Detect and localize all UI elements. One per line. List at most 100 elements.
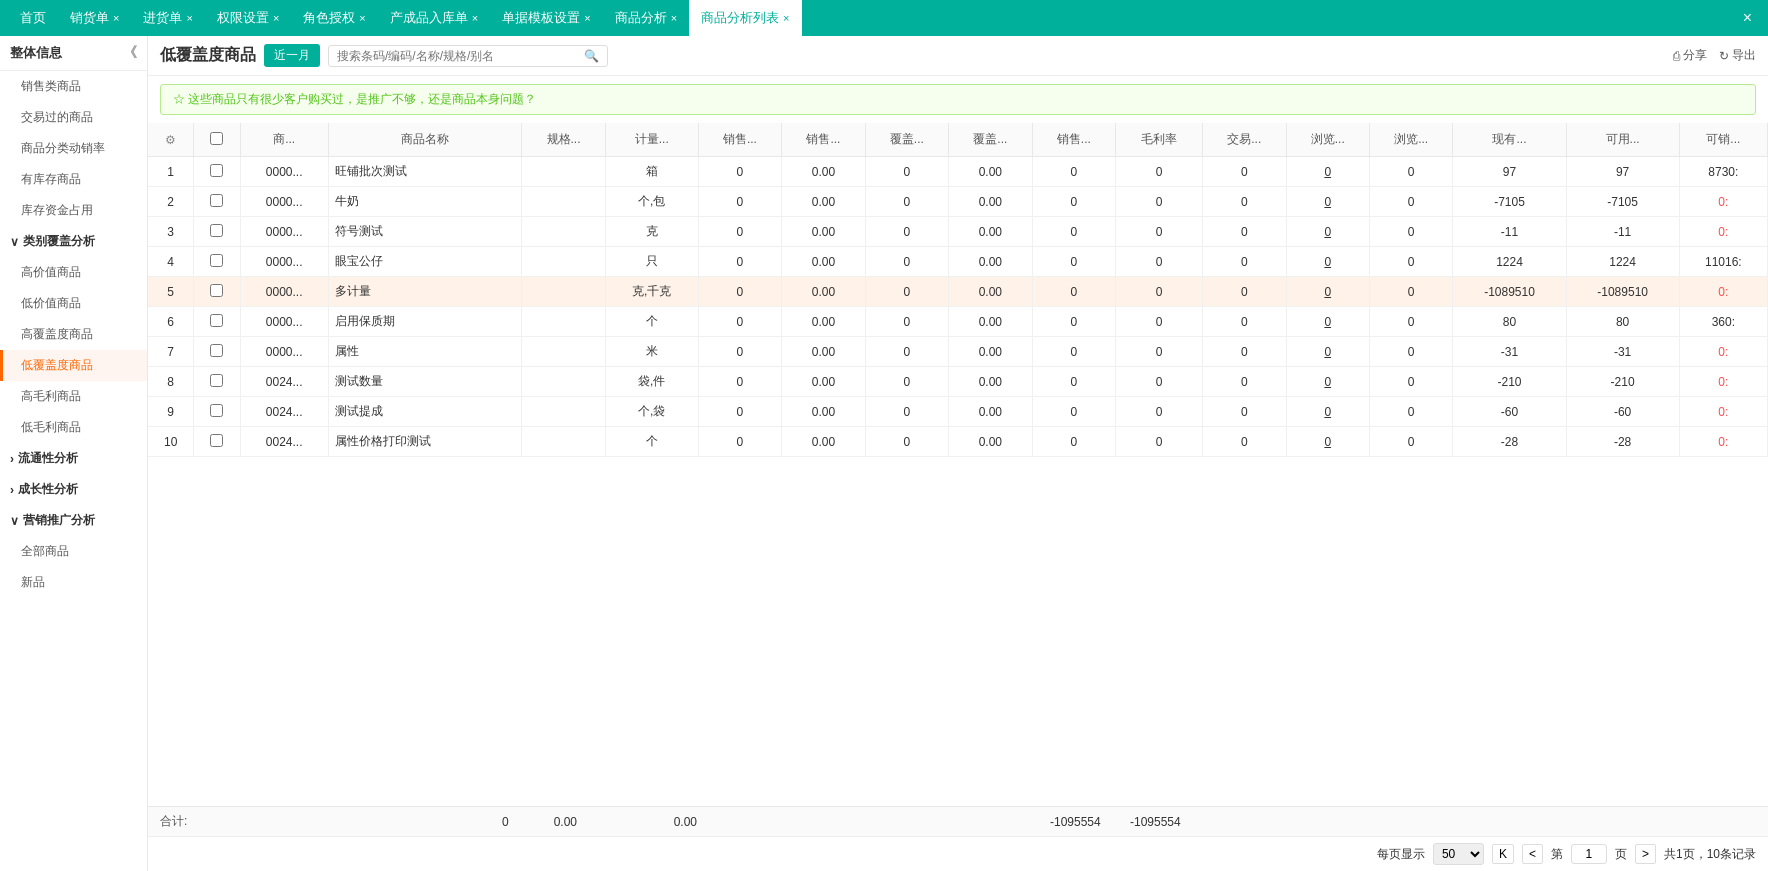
col-unit[interactable]: 计量... (605, 123, 698, 157)
cell-browse1[interactable]: 0 (1286, 337, 1369, 367)
filter-period-button[interactable]: 近一月 (264, 44, 320, 67)
cell-checkbox[interactable] (194, 397, 240, 427)
cell-checkbox[interactable] (194, 307, 240, 337)
nav-product-analysis-list-close[interactable]: × (783, 12, 789, 24)
col-gross-rate[interactable]: 毛利率 (1116, 123, 1203, 157)
row-checkbox[interactable] (210, 164, 223, 177)
sidebar-group-growth[interactable]: › 成长性分析 (0, 474, 147, 505)
cell-sales-amount: 0.00 (782, 187, 865, 217)
nav-role-auth-close[interactable]: × (359, 12, 365, 24)
nav-sales-order-close[interactable]: × (113, 12, 119, 24)
next-page-button[interactable]: > (1635, 844, 1656, 864)
col-current[interactable]: 现有... (1453, 123, 1566, 157)
sidebar-item-high-value[interactable]: 高价值商品 (0, 257, 147, 288)
sidebar-item-category-sales-rate[interactable]: 商品分类动销率 (0, 133, 147, 164)
col-sellable[interactable]: 可销... (1679, 123, 1767, 157)
cell-checkbox[interactable] (194, 337, 240, 367)
sidebar-group-marketing[interactable]: ∨ 营销推广分析 (0, 505, 147, 536)
gear-icon[interactable]: ⚙ (165, 133, 176, 147)
close-all-button[interactable]: × (1735, 9, 1760, 27)
nav-product-warehousing[interactable]: 产成品入库单 × (378, 0, 490, 36)
cell-sellable: 0: (1679, 337, 1767, 367)
sidebar-item-new-products[interactable]: 新品 (0, 567, 147, 598)
select-all-checkbox[interactable] (210, 132, 223, 145)
search-icon[interactable]: 🔍 (584, 49, 599, 63)
col-available[interactable]: 可用... (1566, 123, 1679, 157)
cell-sales-amount: 0.00 (782, 157, 865, 187)
cell-checkbox[interactable] (194, 217, 240, 247)
sidebar-group-category-coverage[interactable]: ∨ 类别覆盖分析 (0, 226, 147, 257)
col-coverage1[interactable]: 覆盖... (865, 123, 948, 157)
cell-checkbox[interactable] (194, 277, 240, 307)
sidebar-item-all-products[interactable]: 全部商品 (0, 536, 147, 567)
first-page-button[interactable]: K (1492, 844, 1514, 864)
row-checkbox[interactable] (210, 404, 223, 417)
cell-browse1[interactable]: 0 (1286, 157, 1369, 187)
sidebar-collapse-button[interactable]: 《 (123, 44, 137, 62)
page-number-input[interactable] (1571, 844, 1607, 864)
nav-sales-order[interactable]: 销货单 × (58, 0, 131, 36)
col-spec[interactable]: 规格... (522, 123, 605, 157)
cell-checkbox[interactable] (194, 427, 240, 457)
export-button[interactable]: ↻ 导出 (1719, 47, 1756, 64)
sidebar-item-high-coverage[interactable]: 高覆盖度商品 (0, 319, 147, 350)
col-coverage2[interactable]: 覆盖... (949, 123, 1032, 157)
sidebar-item-sales-products[interactable]: 销售类商品 (0, 71, 147, 102)
nav-product-analysis-close[interactable]: × (671, 12, 677, 24)
nav-role-auth[interactable]: 角色授权 × (291, 0, 377, 36)
sidebar-item-low-margin[interactable]: 低毛利商品 (0, 412, 147, 443)
cell-browse1[interactable]: 0 (1286, 277, 1369, 307)
prev-page-button[interactable]: < (1522, 844, 1543, 864)
row-checkbox[interactable] (210, 344, 223, 357)
cell-browse1[interactable]: 0 (1286, 367, 1369, 397)
per-page-select[interactable]: 50 100 200 (1433, 843, 1484, 865)
sidebar-item-high-margin[interactable]: 高毛利商品 (0, 381, 147, 412)
row-checkbox[interactable] (210, 314, 223, 327)
row-checkbox[interactable] (210, 374, 223, 387)
cell-browse1[interactable]: 0 (1286, 247, 1369, 277)
nav-template-settings-close[interactable]: × (584, 12, 590, 24)
col-name[interactable]: 商品名称 (328, 123, 522, 157)
cell-sales-qty: 0 (698, 157, 781, 187)
cell-browse1[interactable]: 0 (1286, 187, 1369, 217)
nav-purchase-order[interactable]: 进货单 × (131, 0, 204, 36)
sidebar-item-stocked-products[interactable]: 有库存商品 (0, 164, 147, 195)
col-browse2[interactable]: 浏览... (1369, 123, 1452, 157)
row-checkbox[interactable] (210, 224, 223, 237)
row-checkbox[interactable] (210, 284, 223, 297)
col-transaction[interactable]: 交易... (1203, 123, 1286, 157)
row-checkbox[interactable] (210, 254, 223, 267)
table-wrapper[interactable]: ⚙ 商... 商品名称 规格... 计量... 销售... 销售... 覆盖..… (148, 123, 1768, 806)
search-input[interactable] (337, 49, 580, 63)
col-sales-amount[interactable]: 销售... (782, 123, 865, 157)
nav-product-warehousing-close[interactable]: × (472, 12, 478, 24)
share-button[interactable]: ⎙ 分享 (1673, 47, 1707, 64)
col-browse1[interactable]: 浏览... (1286, 123, 1369, 157)
nav-template-settings[interactable]: 单据模板设置 × (490, 0, 602, 36)
sidebar-group-liquidity[interactable]: › 流通性分析 (0, 443, 147, 474)
nav-home[interactable]: 首页 (8, 0, 58, 36)
nav-permission-settings[interactable]: 权限设置 × (205, 0, 291, 36)
cell-browse1[interactable]: 0 (1286, 307, 1369, 337)
nav-product-analysis[interactable]: 商品分析 × (603, 0, 689, 36)
col-code[interactable]: 商... (240, 123, 328, 157)
cell-checkbox[interactable] (194, 157, 240, 187)
sidebar-item-inventory-capital[interactable]: 库存资金占用 (0, 195, 147, 226)
cell-checkbox[interactable] (194, 187, 240, 217)
cell-checkbox[interactable] (194, 367, 240, 397)
sidebar-item-traded-products[interactable]: 交易过的商品 (0, 102, 147, 133)
nav-purchase-order-close[interactable]: × (186, 12, 192, 24)
cell-browse1[interactable]: 0 (1286, 217, 1369, 247)
cell-browse1[interactable]: 0 (1286, 397, 1369, 427)
row-checkbox[interactable] (210, 434, 223, 447)
cell-browse1[interactable]: 0 (1286, 427, 1369, 457)
sidebar-item-low-value[interactable]: 低价值商品 (0, 288, 147, 319)
row-checkbox[interactable] (210, 194, 223, 207)
col-sales-qty[interactable]: 销售... (698, 123, 781, 157)
sidebar-item-low-coverage[interactable]: 低覆盖度商品 (0, 350, 147, 381)
nav-product-analysis-list[interactable]: 商品分析列表 × (689, 0, 801, 36)
cell-cover2: 0.00 (949, 217, 1032, 247)
col-sales-detail[interactable]: 销售... (1032, 123, 1115, 157)
cell-checkbox[interactable] (194, 247, 240, 277)
nav-permission-settings-close[interactable]: × (273, 12, 279, 24)
